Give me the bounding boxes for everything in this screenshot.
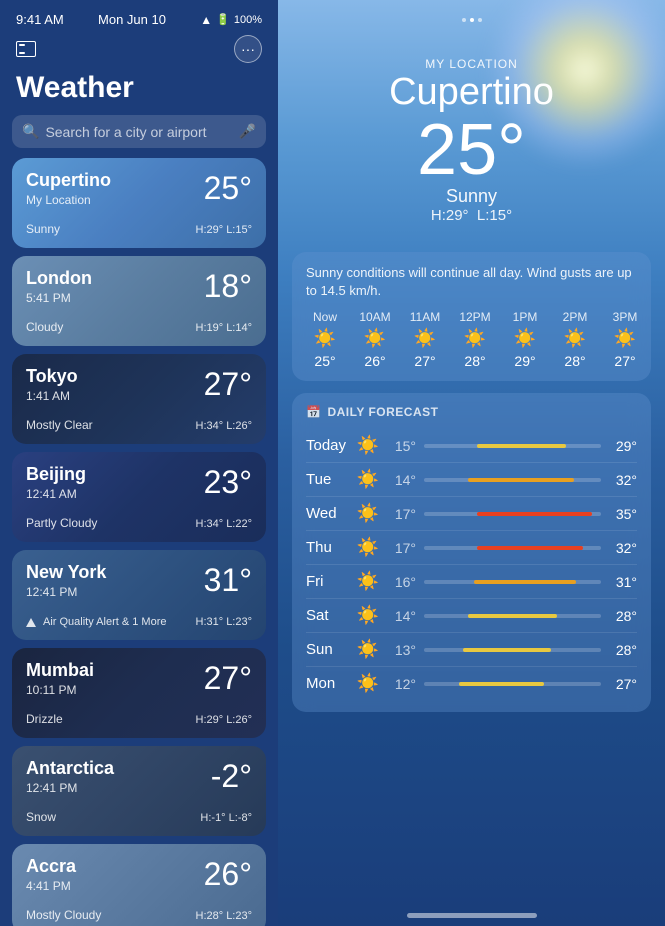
home-indicator bbox=[407, 913, 537, 918]
main-high-low: H:29° L:15° bbox=[431, 207, 512, 224]
top-controls: ··· bbox=[0, 31, 278, 71]
wifi-icon: ▲ bbox=[200, 13, 212, 27]
search-bar[interactable]: 🔍 🎤 bbox=[12, 115, 266, 148]
city-card-beijing[interactable]: Beijing 12:41 AM 23° Partly Cloudy H:34°… bbox=[12, 452, 266, 542]
status-time: 9:41 AM bbox=[16, 12, 64, 27]
daily-row: Wed ☀️ 17° 35° bbox=[306, 496, 637, 530]
city-card-antarctica[interactable]: Antarctica 12:41 PM -2° Snow H:-1° L:-8° bbox=[12, 746, 266, 836]
daily-row: Sun ☀️ 13° 28° bbox=[306, 632, 637, 666]
daily-row: Mon ☀️ 12° 27° bbox=[306, 666, 637, 700]
hour-item-6: 3PM ☀️ 27° bbox=[606, 310, 637, 369]
main-weather-header: MY LOCATION Cupertino 25° Sunny H:29° L:… bbox=[278, 0, 665, 240]
daily-row: Thu ☀️ 17° 32° bbox=[306, 530, 637, 564]
battery-icon: 🔋 bbox=[216, 13, 230, 26]
hour-item-2: 11AM ☀️ 27° bbox=[406, 310, 444, 369]
options-button[interactable]: ··· bbox=[234, 35, 262, 63]
app-title: Weather bbox=[0, 71, 278, 115]
hourly-forecast-card: Sunny conditions will continue all day. … bbox=[292, 252, 651, 381]
battery-percent: 100% bbox=[234, 14, 262, 26]
status-date: Mon Jun 10 bbox=[98, 12, 166, 27]
right-content: Sunny conditions will continue all day. … bbox=[278, 240, 665, 926]
hour-item-0: Now ☀️ 25° bbox=[306, 310, 344, 369]
sidebar-toggle-button[interactable] bbox=[16, 41, 36, 57]
status-bar: 9:41 AM Mon Jun 10 ▲ 🔋 100% bbox=[0, 0, 278, 31]
hour-item-4: 1PM ☀️ 29° bbox=[506, 310, 544, 369]
city-card-tokyo[interactable]: Tokyo 1:41 AM 27° Mostly Clear H:34° L:2… bbox=[12, 354, 266, 444]
city-card-mumbai[interactable]: Mumbai 10:11 PM 27° Drizzle H:29° L:26° bbox=[12, 648, 266, 738]
main-temperature: 25° bbox=[417, 114, 526, 186]
city-card-new-york[interactable]: New York 12:41 PM 31° Air Quality Alert … bbox=[12, 550, 266, 640]
hour-item-5: 2PM ☀️ 28° bbox=[556, 310, 594, 369]
city-card-accra[interactable]: Accra 4:41 PM 26° Mostly Cloudy H:28° L:… bbox=[12, 844, 266, 926]
hour-item-1: 10AM ☀️ 26° bbox=[356, 310, 394, 369]
my-location-label: MY LOCATION bbox=[425, 57, 518, 71]
microphone-icon[interactable]: 🎤 bbox=[239, 123, 256, 140]
daily-row: Fri ☀️ 16° 31° bbox=[306, 564, 637, 598]
hourly-scroll[interactable]: Now ☀️ 25° 10AM ☀️ 26° 11AM ☀️ 27° 12PM … bbox=[306, 310, 637, 369]
city-card-london[interactable]: London 5:41 PM 18° Cloudy H:19° L:14° bbox=[12, 256, 266, 346]
daily-row: Sat ☀️ 14° 28° bbox=[306, 598, 637, 632]
right-panel: MY LOCATION Cupertino 25° Sunny H:29° L:… bbox=[278, 0, 665, 926]
search-icon: 🔍 bbox=[22, 123, 39, 140]
city-card-cupertino[interactable]: Cupertino My Location 25° Sunny H:29° L:… bbox=[12, 158, 266, 248]
daily-row: Tue ☀️ 14° 32° bbox=[306, 462, 637, 496]
daily-forecast-card: 📅 DAILY FORECAST Today ☀️ 15° 29° Tue ☀️… bbox=[292, 393, 651, 712]
main-city-name: Cupertino bbox=[389, 71, 554, 114]
daily-rows: Today ☀️ 15° 29° Tue ☀️ 14° 32° Wed ☀️ 1… bbox=[306, 429, 637, 700]
left-panel: 9:41 AM Mon Jun 10 ▲ 🔋 100% ··· Weather … bbox=[0, 0, 278, 926]
search-input[interactable] bbox=[45, 124, 232, 140]
main-condition: Sunny bbox=[446, 186, 497, 207]
daily-row: Today ☀️ 15° 29° bbox=[306, 429, 637, 462]
calendar-icon: 📅 bbox=[306, 405, 321, 419]
city-list: Cupertino My Location 25° Sunny H:29° L:… bbox=[0, 158, 278, 926]
hour-item-3: 12PM ☀️ 28° bbox=[456, 310, 494, 369]
daily-header: 📅 DAILY FORECAST bbox=[306, 405, 637, 419]
status-right: ▲ 🔋 100% bbox=[200, 13, 262, 27]
hourly-description: Sunny conditions will continue all day. … bbox=[306, 264, 637, 300]
